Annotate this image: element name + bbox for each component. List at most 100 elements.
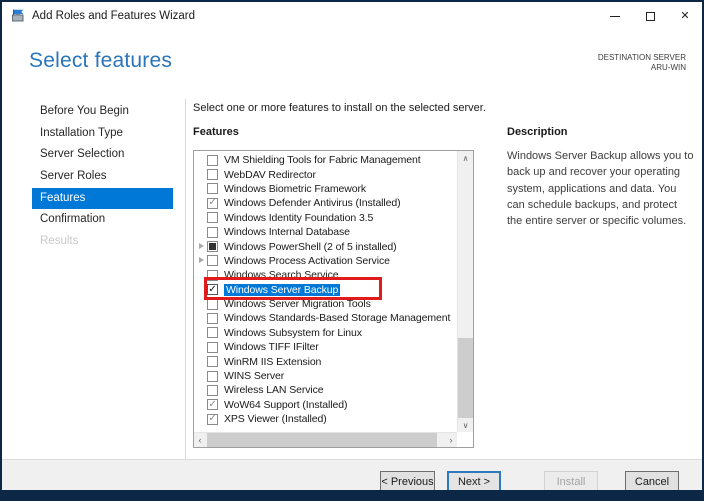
vertical-scrollbar[interactable]: ∧ ∨ — [457, 151, 473, 432]
feature-row[interactable]: Windows Internal Database — [194, 225, 457, 239]
feature-label: Windows Biometric Framework — [224, 182, 366, 195]
feature-row[interactable]: Windows Process Activation Service — [194, 254, 457, 268]
feature-checkbox[interactable] — [207, 341, 218, 353]
feature-row[interactable]: WinRM IIS Extension — [194, 354, 457, 368]
horizontal-scroll-thumb[interactable] — [207, 433, 437, 447]
cancel-button[interactable]: Cancel — [625, 471, 679, 492]
scroll-left-icon[interactable]: ‹ — [194, 433, 206, 447]
feature-checkbox[interactable] — [207, 183, 218, 195]
feature-checkbox[interactable] — [207, 269, 218, 281]
sidebar-item-server-roles[interactable]: Server Roles — [32, 166, 173, 188]
sidebar-item-server-selection[interactable]: Server Selection — [32, 144, 173, 166]
next-button[interactable]: Next > — [447, 471, 501, 492]
wizard-nav: Before You Begin Installation Type Server … — [2, 101, 185, 253]
feature-label: Windows Standards-Based Storage Manageme… — [224, 312, 451, 325]
feature-checkbox[interactable]: ✓ — [207, 399, 218, 411]
feature-checkbox[interactable] — [207, 312, 218, 324]
feature-row[interactable]: ✓ Windows Server Backup — [194, 283, 457, 297]
destination-server-label: DESTINATION SERVER — [597, 53, 686, 62]
feature-label: VM Shielding Tools for Fabric Management — [224, 154, 421, 167]
sidebar-separator — [185, 99, 186, 459]
feature-checkbox[interactable] — [207, 255, 218, 267]
feature-label: Windows Server Migration Tools — [224, 298, 371, 311]
add-roles-features-wizard-window: Add Roles and Features Wizard ✕ Select f… — [0, 0, 704, 501]
sidebar-item-features[interactable]: Features — [32, 187, 173, 210]
minimize-button[interactable] — [608, 2, 622, 30]
feature-row[interactable]: VM Shielding Tools for Fabric Management — [194, 153, 457, 167]
sidebar-item-confirmation[interactable]: Confirmation — [32, 209, 173, 231]
feature-row[interactable]: WebDAV Redirector — [194, 167, 457, 181]
feature-checkbox[interactable] — [207, 370, 218, 382]
feature-label: Windows Search Service — [224, 269, 339, 282]
destination-server-name: ARU-WIN — [650, 63, 686, 72]
sidebar-item-installation-type[interactable]: Installation Type — [32, 123, 173, 145]
previous-button[interactable]: < Previous — [380, 471, 435, 492]
expand-arrow-icon[interactable] — [197, 242, 207, 252]
scroll-up-icon[interactable]: ∧ — [458, 151, 473, 165]
description-text: Windows Server Backup allows you to back… — [507, 150, 694, 228]
feature-checkbox[interactable] — [207, 154, 218, 166]
server-manager-icon — [12, 9, 24, 22]
page-title: Select features — [29, 49, 173, 72]
feature-checkbox[interactable]: ✓ — [207, 284, 218, 296]
feature-label: Windows TIFF IFilter — [224, 341, 319, 354]
destination-server-block: DESTINATION SERVER ARU-WIN — [598, 53, 686, 73]
feature-row[interactable]: Windows Standards-Based Storage Manageme… — [194, 311, 457, 325]
window-title: Add Roles and Features Wizard — [32, 10, 195, 22]
close-button[interactable]: ✕ — [678, 2, 692, 30]
features-column-label: Features — [193, 126, 239, 138]
vertical-scroll-thumb[interactable] — [458, 338, 473, 418]
feature-checkbox[interactable] — [207, 298, 218, 310]
feature-checkbox[interactable] — [207, 384, 218, 396]
feature-row[interactable]: Windows TIFF IFilter — [194, 340, 457, 354]
feature-checkbox[interactable]: ✓ — [207, 413, 218, 425]
sidebar-item-before-you-begin[interactable]: Before You Begin — [32, 101, 173, 123]
feature-label: XPS Viewer (Installed) — [224, 413, 327, 426]
feature-row[interactable]: Windows Server Migration Tools — [194, 297, 457, 311]
feature-row[interactable]: Windows PowerShell (2 of 5 installed) — [194, 239, 457, 253]
feature-checkbox[interactable] — [207, 169, 218, 181]
feature-row[interactable]: ✓ Windows Defender Antivirus (Installed) — [194, 196, 457, 210]
feature-row[interactable]: Windows Search Service — [194, 268, 457, 282]
feature-row[interactable]: Windows Subsystem for Linux — [194, 326, 457, 340]
feature-checkbox[interactable] — [207, 356, 218, 368]
feature-row[interactable]: WINS Server — [194, 369, 457, 383]
feature-list: VM Shielding Tools for Fabric Management… — [193, 150, 474, 448]
scroll-down-icon[interactable]: ∨ — [458, 418, 473, 432]
horizontal-scrollbar[interactable]: ‹ › — [194, 432, 457, 447]
maximize-button[interactable] — [643, 2, 657, 30]
install-button[interactable]: Install — [544, 471, 598, 492]
scroll-right-icon[interactable]: › — [445, 433, 457, 447]
expand-arrow-icon[interactable] — [197, 256, 207, 266]
feature-checkbox[interactable] — [207, 212, 218, 224]
feature-row[interactable]: Windows Identity Foundation 3.5 — [194, 211, 457, 225]
feature-list-rows: VM Shielding Tools for Fabric Management… — [194, 153, 457, 432]
feature-row[interactable]: Windows Biometric Framework — [194, 182, 457, 196]
feature-label: WINS Server — [224, 370, 285, 383]
feature-label: Windows Internal Database — [224, 226, 350, 239]
feature-checkbox[interactable] — [207, 226, 218, 238]
maximize-icon — [645, 11, 655, 21]
feature-checkbox[interactable] — [207, 241, 218, 253]
close-icon: ✕ — [680, 9, 690, 22]
partial-check-icon — [209, 243, 216, 251]
title-bar: Add Roles and Features Wizard ✕ — [2, 2, 702, 30]
feature-label: Windows Process Activation Service — [224, 254, 390, 267]
feature-checkbox[interactable] — [207, 327, 218, 339]
feature-label: Windows Server Backup — [224, 283, 341, 296]
feature-checkbox[interactable]: ✓ — [207, 197, 218, 209]
feature-row[interactable]: ✓ WoW64 Support (Installed) — [194, 398, 457, 412]
instruction-text: Select one or more features to install o… — [193, 102, 486, 114]
feature-row[interactable]: Wireless LAN Service — [194, 383, 457, 397]
feature-row[interactable]: ✓ XPS Viewer (Installed) — [194, 412, 457, 426]
feature-label: WebDAV Redirector — [224, 168, 316, 181]
